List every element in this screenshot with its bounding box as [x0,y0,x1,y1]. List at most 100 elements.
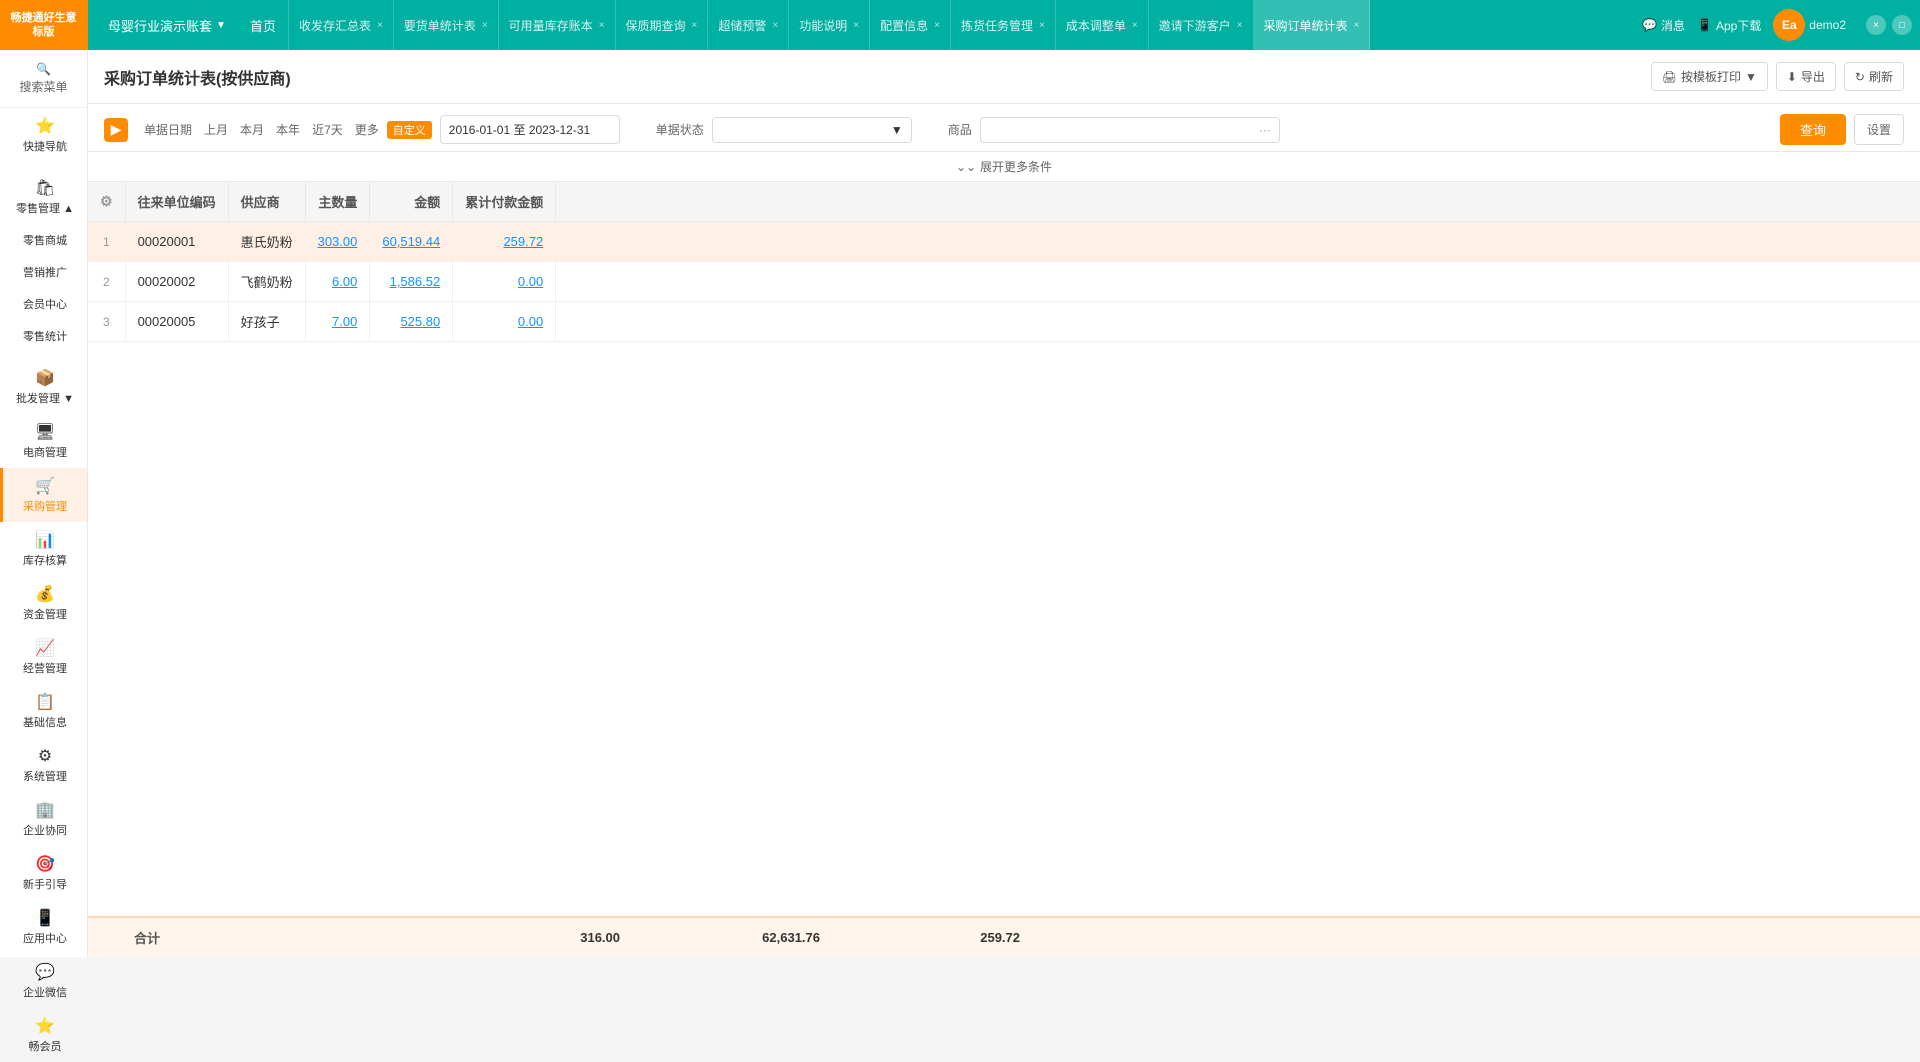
tab-peizhi-close[interactable]: × [934,20,940,31]
sidebar-search-section: 🔍 搜索菜单 [0,50,87,108]
table-row[interactable]: 1 00020001 惠氏奶粉 303.00 60,519.44 259.72 [88,222,1920,262]
sidebar-item-retail-mall[interactable]: 零售商城 [0,224,87,256]
sidebar-item-finance[interactable]: 💰 资金管理 [0,576,87,630]
date-shortcut-more[interactable]: 更多 [351,119,383,140]
print-button[interactable]: 🖨 按模板打印 ▼ [1651,62,1768,91]
filter-settings-button[interactable]: 设置 [1854,114,1904,145]
table-scroll[interactable]: ⚙ 往来单位编码 供应商 主数量 金额 累计付款金额 1 00020001 [88,182,1920,916]
sidebar-item-appcenter[interactable]: 📱 应用中心 [0,900,87,954]
sidebar-item-retail-stat[interactable]: 零售统计 [0,320,87,352]
tab-chengben-close[interactable]: × [1132,20,1138,31]
search-button[interactable]: 查询 [1780,114,1846,145]
tab-gongneng[interactable]: 功能说明 × [789,0,870,50]
row-2-paid[interactable]: 0.00 [518,274,543,289]
tab-caigoutonji-close[interactable]: × [1354,20,1360,31]
expand-more-button[interactable]: ⌄⌄ 展开更多条件 [956,158,1052,175]
date-shortcut-this-year[interactable]: 本年 [272,119,304,140]
tab-jianhuo[interactable]: 拣货任务管理 × [951,0,1056,50]
row-3-paid[interactable]: 0.00 [518,314,543,329]
sidebar-item-operation[interactable]: 📈 经营管理 [0,630,87,684]
tab-caigoutonjitongji[interactable]: 采购订单统计表 × [1254,0,1371,50]
sidebar-item-wholesale[interactable]: 📦 批发管理 ▼ [0,360,87,414]
tab-chaochao[interactable]: 超储预警 × [708,0,789,50]
tab-yaoqing-close[interactable]: × [1237,20,1243,31]
tab-chaochao-close[interactable]: × [772,20,778,31]
tab-jianhuo-close[interactable]: × [1039,20,1045,31]
tab-chengben[interactable]: 成本调整单 × [1056,0,1149,50]
tab-baozhi[interactable]: 保质期查询 × [616,0,709,50]
col-header-paid: 累计付款金额 [453,182,556,222]
sidebar-item-appcenter-label: 应用中心 [23,930,67,946]
refresh-button[interactable]: ↻ 刷新 [1844,62,1904,91]
tab-kucun-close[interactable]: × [599,20,605,31]
search-menu-button[interactable]: 🔍 搜索菜单 [6,58,81,99]
sidebar-item-ecommerce[interactable]: 🖥 电商管理 [0,414,87,468]
finance-icon: 💰 [35,584,55,604]
expand-more-label: 展开更多条件 [980,158,1052,175]
sidebar-item-marketing[interactable]: 营销推广 [0,256,87,288]
tab-baozhi-close[interactable]: × [692,20,698,31]
refresh-icon: ↻ [1855,70,1865,84]
export-button[interactable]: ⬇ 导出 [1776,62,1836,91]
goods-input[interactable]: ··· [980,117,1280,143]
sidebar-item-retail[interactable]: 🛍 零售管理 ▲ [0,170,87,224]
message-btn[interactable]: 💬 消息 [1642,17,1685,34]
sidebar-item-newguide[interactable]: 🎯 新手引导 [0,846,87,900]
user-avatar-btn[interactable]: Ea demo2 [1773,9,1846,41]
tab-shoufacun-close[interactable]: × [377,20,383,31]
filter-toggle-arrow[interactable]: ▶ [104,118,128,142]
sidebar-item-basic[interactable]: 📋 基础信息 [0,684,87,738]
tab-gongneng-close[interactable]: × [853,20,859,31]
tab-shoufacun[interactable]: 收发存汇总表 × [289,0,394,50]
row-3-amount[interactable]: 525.80 [400,314,440,329]
window-maximize-btn[interactable]: □ [1892,15,1912,35]
sidebar-item-enterprise[interactable]: 🏢 企业协同 [0,792,87,846]
footer-values: 316.00 62,631.76 259.72 [420,930,1020,945]
sidebar-item-operation-label: 经营管理 [23,660,67,676]
account-dropdown[interactable]: 母婴行业演示账套 ▼ [96,0,238,50]
status-select-arrow: ▼ [891,123,903,137]
row-3-qty[interactable]: 7.00 [332,314,357,329]
date-custom-tag[interactable]: 自定义 [387,121,432,139]
date-shortcut-last-month[interactable]: 上月 [200,119,232,140]
account-name: 母婴行业演示账套 [108,16,212,35]
row-2-amount[interactable]: 1,586.52 [390,274,441,289]
status-select[interactable]: ▼ [712,117,912,143]
row-2-code: 00020002 [125,262,228,302]
tab-yaohuo-close[interactable]: × [482,20,488,31]
row-1-paid[interactable]: 259.72 [503,234,543,249]
sidebar-item-inventory[interactable]: 📊 库存核算 [0,522,87,576]
print-label: 按模板打印 [1681,68,1741,85]
goods-input-dots[interactable]: ··· [1259,123,1271,137]
tab-kucun[interactable]: 可用量库存账本 × [499,0,616,50]
sidebar-item-purchase[interactable]: 🛒 采购管理 [0,468,87,522]
column-settings-icon[interactable]: ⚙ [100,193,113,209]
sidebar-item-system[interactable]: ⚙ 系统管理 [0,738,87,792]
table-row[interactable]: 2 00020002 飞鹤奶粉 6.00 1,586.52 0.00 [88,262,1920,302]
table-row[interactable]: 3 00020005 好孩子 7.00 525.80 0.00 [88,302,1920,342]
tab-chaochao-label: 超储预警 [718,17,766,34]
main-content: 母婴行业演示账套 ▼ 首页 收发存汇总表 × 要货单统计表 × 可用量库存账本 … [88,0,1920,957]
sidebar-item-wechat[interactable]: 💬 企业微信 [0,954,87,1008]
app-download-btn[interactable]: 📱 App下载 [1697,17,1761,34]
date-range-input[interactable]: 2016-01-01 至 2023-12-31 [440,115,620,144]
row-2-qty[interactable]: 6.00 [332,274,357,289]
window-close-btn[interactable]: × [1866,15,1886,35]
tab-home[interactable]: 首页 [238,0,289,50]
row-1-amount[interactable]: 60,519.44 [382,234,440,249]
tab-yaoqing[interactable]: 邀请下游客户 × [1149,0,1254,50]
row-num-1: 1 [103,235,110,249]
sidebar-item-quick-nav[interactable]: ⭐ 快捷导航 [0,108,87,162]
row-1-qty[interactable]: 303.00 [318,234,358,249]
tab-yaohuo[interactable]: 要货单统计表 × [394,0,499,50]
tab-peizhi[interactable]: 配置信息 × [870,0,951,50]
sidebar-item-vip[interactable]: ⭐ 畅会员 [0,1008,87,1062]
date-shortcut-this-month[interactable]: 本月 [236,119,268,140]
message-label: 消息 [1661,17,1685,34]
system-icon: ⚙ [38,746,52,766]
expand-down-icon: ⌄⌄ [956,160,976,174]
goods-filter-group: 商品 ··· [948,117,1280,143]
date-shortcut-7days[interactable]: 近7天 [308,119,347,140]
sidebar-item-marketing-label: 营销推广 [23,264,67,280]
sidebar-item-member[interactable]: 会员中心 [0,288,87,320]
